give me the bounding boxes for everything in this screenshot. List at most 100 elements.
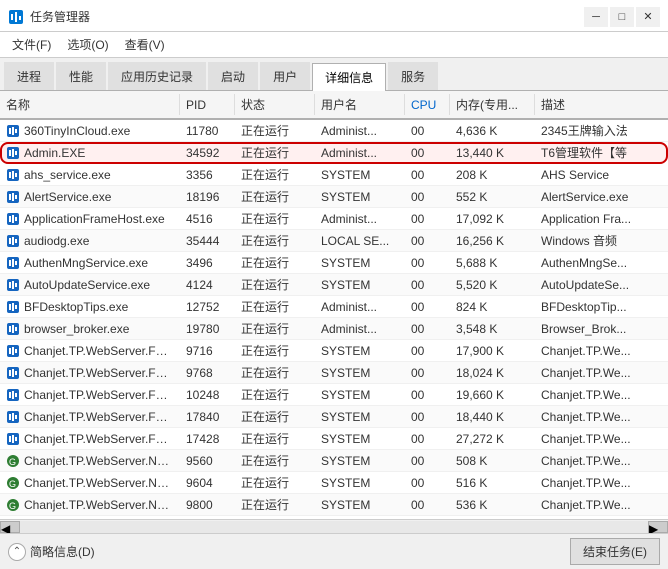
cell-pid: 12752 [180,296,235,317]
process-icon [6,344,20,358]
cell-memory: 516 K [450,472,535,493]
cell-desc: Chanjet.TP.We... [535,450,668,471]
cell-cpu: 00 [405,406,450,427]
col-desc[interactable]: 描述 [535,94,668,115]
col-pid[interactable]: PID [180,94,235,115]
hscroll-right[interactable]: ▶ [648,521,668,533]
cell-cpu: 00 [405,428,450,449]
cell-pid: 9716 [180,340,235,361]
col-user[interactable]: 用户名 [315,94,405,115]
table-row[interactable]: Chanjet.TP.WebServer.FastCgi... 9716 正在运… [0,340,668,362]
cell-memory: 18,440 K [450,406,535,427]
table-row[interactable]: AutoUpdateService.exe 4124 正在运行 SYSTEM 0… [0,274,668,296]
cell-cpu: 00 [405,494,450,515]
table-body[interactable]: 360TinyInCloud.exe 11780 正在运行 Administ..… [0,120,668,519]
cell-status: 正在运行 [235,384,315,405]
col-cpu[interactable]: CPU [405,94,450,115]
hscroll-left[interactable]: ◀ [0,521,20,533]
table-row[interactable]: browser_broker.exe 19780 正在运行 Administ..… [0,318,668,340]
cell-desc: Chanjet.TP.We... [535,362,668,383]
table-row[interactable]: G Chanjet.TP.WebServer.Nginx... 9604 正在运… [0,472,668,494]
table-row[interactable]: 360TinyInCloud.exe 11780 正在运行 Administ..… [0,120,668,142]
main-content: 名称 PID 状态 用户名 CPU 内存(专用... 描述 360TinyInC… [0,91,668,533]
process-icon [6,388,20,402]
process-icon: G [6,498,20,512]
svg-text:G: G [9,457,16,467]
end-task-button[interactable]: 结束任务(E) [570,538,660,565]
tab-processes[interactable]: 进程 [4,62,54,90]
table-row[interactable]: audiodg.exe 35444 正在运行 LOCAL SE... 00 16… [0,230,668,252]
menu-options[interactable]: 选项(O) [59,34,116,55]
horizontal-scrollbar[interactable]: ◀ ▶ [0,519,668,533]
summary-label[interactable]: 简略信息(D) [30,543,95,560]
table-row[interactable]: ApplicationFrameHost.exe 4516 正在运行 Admin… [0,208,668,230]
process-icon [6,300,20,314]
cell-user: SYSTEM [315,186,405,207]
cell-pid: 3496 [180,252,235,273]
cell-memory: 552 K [450,186,535,207]
svg-text:G: G [9,501,16,511]
table-row[interactable]: Chanjet.TP.WebServer.FastCgi... 17840 正在… [0,406,668,428]
tab-users[interactable]: 用户 [260,62,310,90]
cell-name: audiodg.exe [0,230,180,251]
cell-name: G Chanjet.TP.WebServer.Nginx... [0,494,180,515]
tab-services[interactable]: 服务 [388,62,438,90]
cell-name: Chanjet.TP.WebServer.FastCgi... [0,340,180,361]
cell-status: 正在运行 [235,340,315,361]
col-memory[interactable]: 内存(专用... [450,94,535,115]
cell-desc: Chanjet.TP.We... [535,494,668,515]
cell-desc: 2345王牌输入法 [535,120,668,141]
cell-status: 正在运行 [235,274,315,295]
process-icon: G [6,476,20,490]
col-status[interactable]: 状态 [235,94,315,115]
cell-status: 正在运行 [235,406,315,427]
cell-name: G Chanjet.TP.WebServer.Nginx... [0,472,180,493]
cell-memory: 4,636 K [450,120,535,141]
title-controls: ─ □ ✕ [584,7,660,27]
col-name[interactable]: 名称 [0,94,180,115]
table-row[interactable]: Chanjet.TP.WebServer.FastCgi... 9768 正在运… [0,362,668,384]
expand-icon[interactable]: ⌃ [8,543,26,561]
table-header: 名称 PID 状态 用户名 CPU 内存(专用... 描述 [0,91,668,120]
cell-status: 正在运行 [235,230,315,251]
cell-name: Admin.EXE [0,142,180,163]
table-row[interactable]: G Chanjet.TP.WebServer.Nginx... 9800 正在运… [0,494,668,516]
cell-name: Chanjet.TP.WebServer.FastCgi... [0,428,180,449]
table-row[interactable]: ahs_service.exe 3356 正在运行 SYSTEM 00 208 … [0,164,668,186]
maximize-button[interactable]: □ [610,7,634,27]
menu-file[interactable]: 文件(F) [4,34,59,55]
table-row[interactable]: AuthenMngService.exe 3496 正在运行 SYSTEM 00… [0,252,668,274]
table-row[interactable]: Chanjet.TP.WebServer.FastCgi... 17428 正在… [0,428,668,450]
table-row[interactable]: Admin.EXE 34592 正在运行 Administ... 00 13,4… [0,142,668,164]
cell-pid: 34592 [180,142,235,163]
cell-user: Administ... [315,318,405,339]
menu-view[interactable]: 查看(V) [117,34,173,55]
cell-cpu: 00 [405,208,450,229]
tab-app-history[interactable]: 应用历史记录 [108,62,206,90]
tab-startup[interactable]: 启动 [208,62,258,90]
process-icon [6,146,20,160]
cell-desc: Windows 音频 [535,230,668,251]
cell-status: 正在运行 [235,318,315,339]
table-row[interactable]: BFDesktopTips.exe 12752 正在运行 Administ...… [0,296,668,318]
hscroll-track[interactable] [20,521,648,533]
minimize-button[interactable]: ─ [584,7,608,27]
cell-cpu: 00 [405,472,450,493]
cell-desc: Chanjet.TP.We... [535,428,668,449]
cell-memory: 16,256 K [450,230,535,251]
cell-user: SYSTEM [315,450,405,471]
table-row[interactable]: AlertService.exe 18196 正在运行 SYSTEM 00 55… [0,186,668,208]
table-row[interactable]: Chanjet.TP.WebServer.FastCgi... 10248 正在… [0,384,668,406]
cell-name: Chanjet.TP.WebServer.FastCgi... [0,406,180,427]
cell-memory: 27,272 K [450,428,535,449]
app-icon [8,9,24,25]
cell-memory: 13,440 K [450,142,535,163]
tab-performance[interactable]: 性能 [56,62,106,90]
tab-details[interactable]: 详细信息 [312,63,386,91]
cell-user: SYSTEM [315,406,405,427]
tab-bar: 进程 性能 应用历史记录 启动 用户 详细信息 服务 [0,58,668,91]
cell-name: AutoUpdateService.exe [0,274,180,295]
close-button[interactable]: ✕ [636,7,660,27]
cell-pid: 19780 [180,318,235,339]
table-row[interactable]: G Chanjet.TP.WebServer.Nginx... 9560 正在运… [0,450,668,472]
